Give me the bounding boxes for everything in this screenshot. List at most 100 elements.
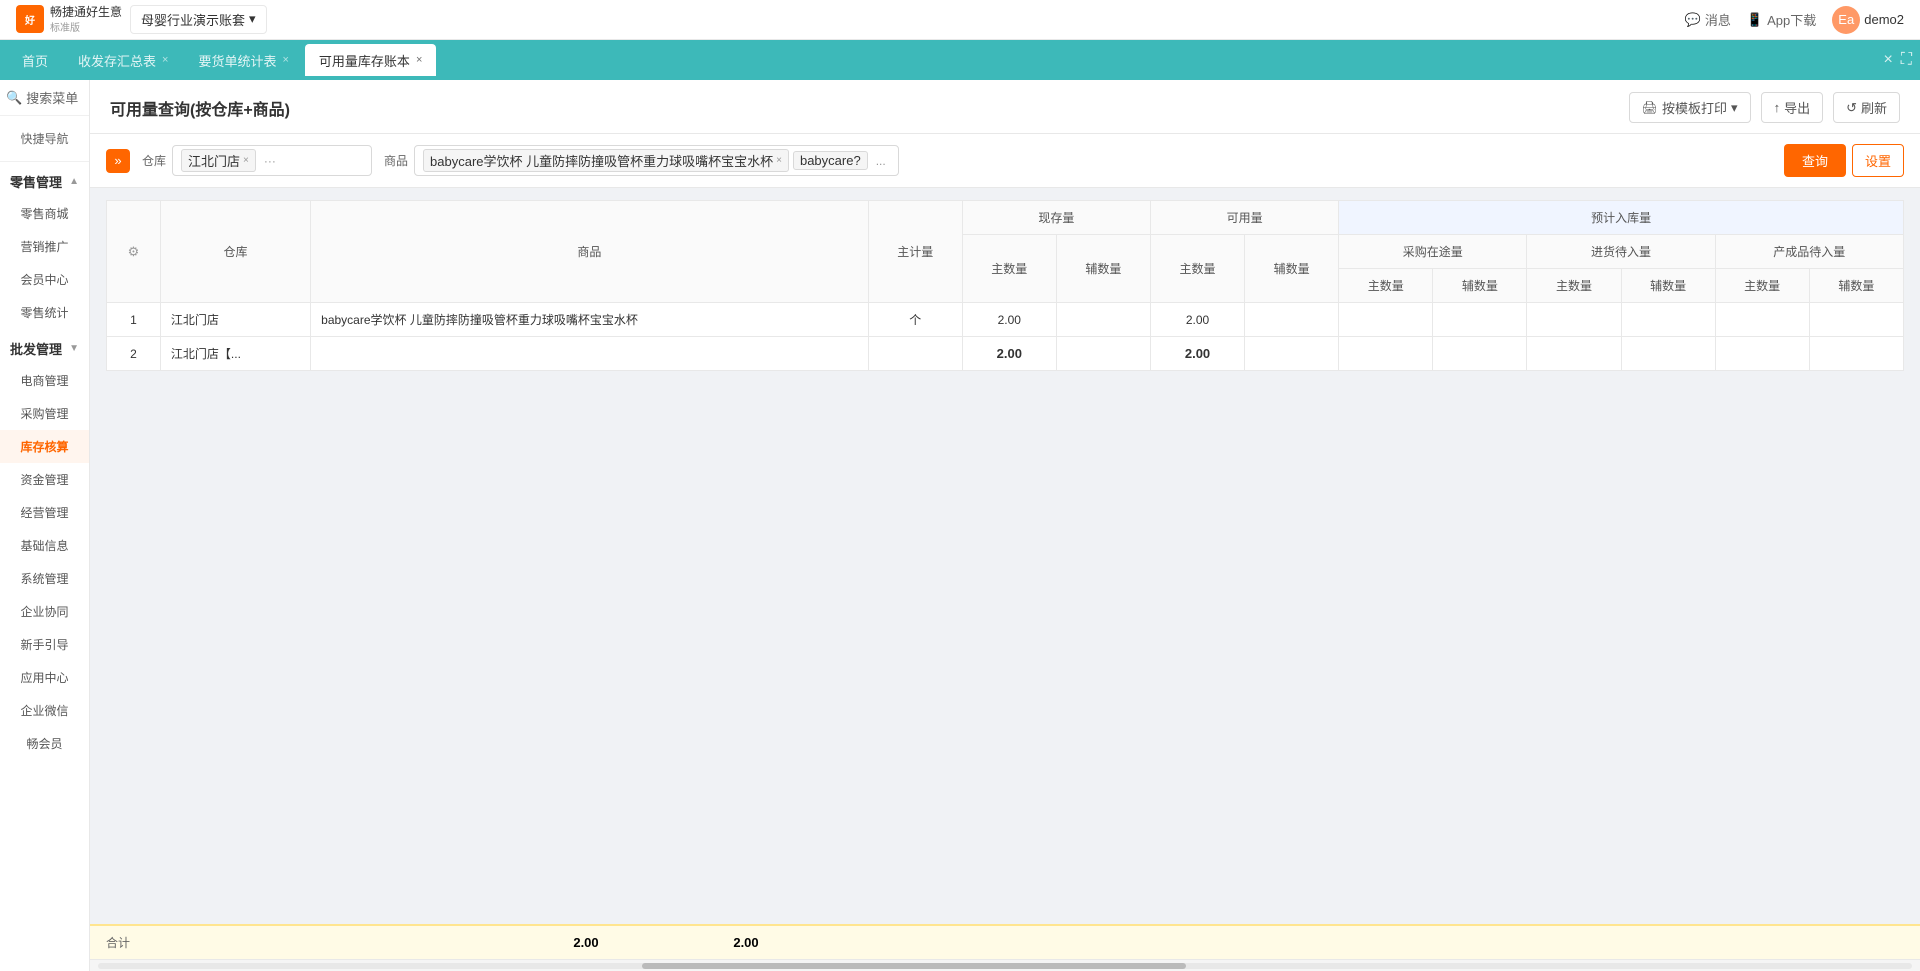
sidebar-item-purchase[interactable]: 采购管理: [0, 397, 89, 430]
app-icon: 📱: [1747, 12, 1763, 28]
row1-ip-main: [1527, 303, 1621, 337]
row1-warehouse: 江北门店: [160, 303, 310, 337]
sidebar-section-wholesale-header[interactable]: 批发管理 ▼: [0, 329, 89, 364]
row1-available-main: 2.00: [1150, 303, 1244, 337]
row2-current-aux: [1056, 337, 1150, 371]
tab-receive-send-close[interactable]: ×: [162, 54, 168, 66]
row1-unit: 个: [868, 303, 962, 337]
sidebar-item-wechat[interactable]: 企业微信: [0, 694, 89, 727]
col-ip-aux-header: 辅数量: [1621, 269, 1715, 303]
col-settings-icon[interactable]: ⚙: [128, 244, 140, 259]
row2-num: 2: [107, 337, 161, 371]
export-button[interactable]: ↑ 导出: [1761, 92, 1824, 123]
row1-ip-aux: [1621, 303, 1715, 337]
row1-pt-main: [1339, 303, 1433, 337]
sidebar-item-basic[interactable]: 基础信息: [0, 529, 89, 562]
tab-order-stats[interactable]: 要货单统计表 ×: [184, 44, 302, 76]
col-current-stock-header: 现存量: [962, 201, 1150, 235]
warehouse-filter-group: 仓库 江北门店 × ···: [142, 145, 372, 176]
product-tag-babycare: babycare学饮杯 儿童防摔防撞吸管杯重力球吸嘴杯宝宝水杯 ×: [423, 149, 789, 172]
row2-product: [311, 337, 868, 371]
sidebar-item-retail-stats[interactable]: 零售统计: [0, 296, 89, 329]
product-dots[interactable]: ...: [872, 154, 890, 168]
horizontal-scrollbar-track[interactable]: [98, 963, 1912, 969]
sidebar-item-system[interactable]: 系统管理: [0, 562, 89, 595]
col-forecast-inbound-header: 预计入库量: [1339, 201, 1904, 235]
row1-num: 1: [107, 303, 161, 337]
print-template-button[interactable]: 🖨 按模板打印 ▾: [1629, 92, 1751, 123]
row2-pt-main: [1339, 337, 1433, 371]
tab-bar-actions: × ⛶: [1883, 51, 1912, 69]
sidebar: 🔍 搜索菜单 快捷导航 零售管理 ▲ 零售商城 营销推广 会员中心 零售统计 批…: [0, 80, 90, 971]
tab-available-stock-close[interactable]: ×: [416, 54, 422, 66]
tab-available-stock[interactable]: 可用量库存账本 ×: [305, 44, 436, 76]
sidebar-item-guide[interactable]: 新手引导: [0, 628, 89, 661]
filter-expand-button[interactable]: »: [106, 149, 130, 173]
sidebar-item-ecommerce[interactable]: 电商管理: [0, 364, 89, 397]
warehouse-filter-input[interactable]: 江北门店 × ···: [172, 145, 372, 176]
search-icon: 🔍: [6, 90, 22, 106]
refresh-button[interactable]: ↺ 刷新: [1833, 92, 1900, 123]
row1-product: babycare学饮杯 儿童防摔防撞吸管杯重力球吸嘴杯宝宝水杯: [311, 303, 868, 337]
col-current-main-header: 主数量: [962, 235, 1056, 303]
row1-available-aux: [1245, 303, 1339, 337]
product-tag-babycare2: babycare?: [793, 151, 868, 170]
sidebar-item-apps[interactable]: 应用中心: [0, 661, 89, 694]
print-template-label: 按模板打印: [1662, 98, 1727, 117]
sidebar-section-retail-header[interactable]: 零售管理 ▲: [0, 162, 89, 197]
col-ip-main-header: 主数量: [1527, 269, 1621, 303]
username: demo2: [1864, 12, 1904, 27]
app-download-nav[interactable]: 📱 App下载: [1747, 10, 1816, 29]
sidebar-item-inventory[interactable]: 库存核算: [0, 430, 89, 463]
row1-pp-main: [1715, 303, 1809, 337]
industry-label: 母婴行业演示账套: [141, 10, 245, 29]
close-all-tabs-button[interactable]: ×: [1883, 51, 1892, 69]
product-filter-input[interactable]: babycare学饮杯 儿童防摔防撞吸管杯重力球吸嘴杯宝宝水杯 × babyca…: [414, 145, 899, 176]
message-nav[interactable]: 💬 消息: [1685, 10, 1731, 29]
row2-available-main: 2.00: [1150, 337, 1244, 371]
sidebar-item-finance[interactable]: 资金管理: [0, 463, 89, 496]
tab-order-stats-close[interactable]: ×: [282, 54, 288, 66]
sidebar-search[interactable]: 🔍 搜索菜单: [0, 80, 89, 116]
col-available-aux-header: 辅数量: [1245, 235, 1339, 303]
message-icon: 💬: [1685, 12, 1701, 28]
sidebar-item-enterprise[interactable]: 企业协同: [0, 595, 89, 628]
row2-pt-aux: [1433, 337, 1527, 371]
row2-warehouse: 江北门店【...: [160, 337, 310, 371]
user-profile[interactable]: Ea demo2: [1832, 6, 1904, 34]
col-incoming-pending-group: 进货待入量: [1527, 235, 1715, 269]
row2-pp-main: [1715, 337, 1809, 371]
product-filter-group: 商品 babycare学饮杯 儿童防摔防撞吸管杯重力球吸嘴杯宝宝水杯 × bab…: [384, 145, 899, 176]
settings-button[interactable]: 设置: [1852, 144, 1904, 177]
tab-receive-send[interactable]: 收发存汇总表 ×: [64, 44, 182, 76]
sidebar-section-wholesale: 批发管理 ▼: [0, 329, 89, 364]
horizontal-scrollbar-thumb[interactable]: [642, 963, 1186, 969]
message-label: 消息: [1705, 10, 1731, 29]
expand-icon: »: [114, 153, 121, 168]
col-production-pending-group: 产成品待入量: [1715, 235, 1903, 269]
query-button[interactable]: 查询: [1784, 144, 1846, 177]
sidebar-section-wholesale-label: 批发管理: [10, 339, 62, 358]
sidebar-item-retail-shop[interactable]: 零售商城: [0, 197, 89, 230]
sidebar-item-member[interactable]: 畅会员: [0, 727, 89, 760]
sidebar-item-quick-nav[interactable]: 快捷导航: [0, 120, 89, 157]
tab-home[interactable]: 首页: [8, 44, 62, 76]
col-pp-aux-header: 辅数量: [1809, 269, 1903, 303]
sidebar-item-operations[interactable]: 经营管理: [0, 496, 89, 529]
footer-available-main-value: 2.00: [733, 935, 758, 950]
app-download-label: App下载: [1767, 10, 1816, 29]
industry-selector[interactable]: 母婴行业演示账套 ▾: [130, 5, 267, 34]
col-purchase-transit-group: 采购在途量: [1339, 235, 1527, 269]
expand-window-button[interactable]: ⛶: [1901, 51, 1912, 69]
sidebar-search-label: 搜索菜单: [26, 88, 78, 107]
top-bar: 好 畅捷通好生意 标准版 母婴行业演示账套 ▾ 💬 消息 📱 App下载 Ea …: [0, 0, 1920, 40]
product-tag-close[interactable]: ×: [776, 155, 782, 166]
chevron-down-icon-wholesale: ▼: [69, 343, 79, 354]
footer-current-main: 2.00: [546, 935, 626, 950]
tab-available-stock-label: 可用量库存账本: [319, 51, 410, 70]
row2-ip-aux: [1621, 337, 1715, 371]
warehouse-tag-close[interactable]: ×: [243, 155, 249, 166]
warehouse-dots[interactable]: ···: [260, 154, 280, 168]
sidebar-item-marketing[interactable]: 营销推广: [0, 230, 89, 263]
sidebar-item-members[interactable]: 会员中心: [0, 263, 89, 296]
